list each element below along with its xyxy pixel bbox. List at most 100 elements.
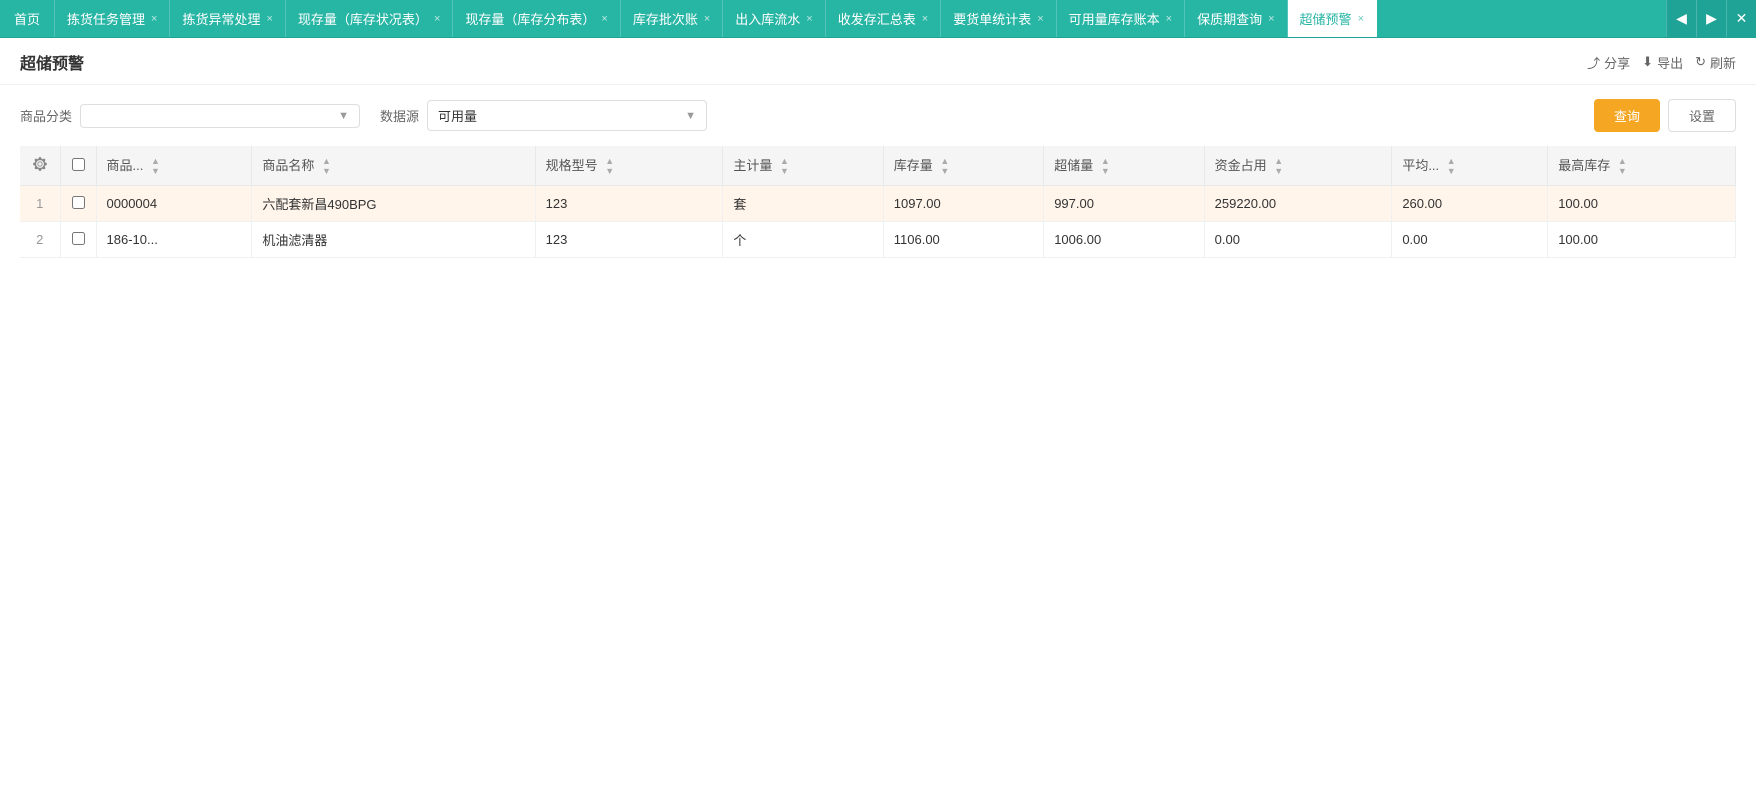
nav-tab-1[interactable]: 拣货异常处理 × (170, 0, 285, 37)
close-tab-10[interactable]: × (1358, 13, 1364, 25)
close-tab-2[interactable]: × (434, 13, 440, 25)
settings-gear-icon (33, 157, 47, 171)
row-unit-0: 套 (723, 186, 883, 222)
row-name-1: 机油滤清器 (252, 222, 535, 258)
page-header: 超储预警 ⤴ 分享 ⬇ 导出 ↻ 刷新 (0, 38, 1756, 85)
close-tab-6[interactable]: × (922, 13, 928, 25)
datasource-value: 可用量 (438, 106, 477, 125)
header-actions: ⤴ 分享 ⬇ 导出 ↻ 刷新 (1587, 53, 1736, 72)
nav-tab-9[interactable]: 保质期查询 × (1185, 0, 1287, 37)
col-code[interactable]: 商品... ▲▼ (96, 146, 252, 186)
row-capital-0: 259220.00 (1204, 186, 1392, 222)
settings-button[interactable]: 设置 (1668, 99, 1736, 132)
filter-area: 商品分类 ▼ 数据源 可用量 ▼ 查询 设置 (0, 85, 1756, 146)
nav-prev-arrow[interactable]: ◀ (1666, 0, 1696, 38)
datasource-select[interactable]: 可用量 ▼ (427, 100, 707, 131)
table-row: 2 186-10... 机油滤清器 123 个 1106.00 1006.00 … (20, 222, 1736, 258)
row-checkbox-1[interactable] (60, 222, 96, 258)
sort-icon-avg: ▲▼ (1447, 157, 1456, 177)
category-dropdown-arrow: ▼ (338, 110, 349, 122)
datasource-label: 数据源 (380, 106, 419, 125)
top-navigation: 首页 拣货任务管理 × 拣货异常处理 × 现存量（库存状况表） × 现存量（库存… (0, 0, 1756, 38)
export-icon: ⬇ (1642, 54, 1653, 70)
close-tab-1[interactable]: × (266, 13, 272, 25)
nav-tab-7[interactable]: 要货单统计表 × (941, 0, 1056, 37)
nav-tab-5[interactable]: 出入库流水 × (723, 0, 825, 37)
nav-next-arrow[interactable]: ▶ (1696, 0, 1726, 38)
close-tab-3[interactable]: × (601, 13, 607, 25)
col-over[interactable]: 超储量 ▲▼ (1044, 146, 1204, 186)
nav-tab-6[interactable]: 收发存汇总表 × (826, 0, 941, 37)
nav-arrows: ◀ ▶ ✕ (1666, 0, 1756, 38)
row-code-1: 186-10... (96, 222, 252, 258)
row-max-1: 100.00 (1548, 222, 1736, 258)
close-tab-0[interactable]: × (151, 13, 157, 25)
row-spec-1: 123 (535, 222, 723, 258)
sort-icon-name: ▲▼ (322, 157, 331, 177)
table-header-row: 商品... ▲▼ 商品名称 ▲▼ 规格型号 ▲▼ 主计量 ▲▼ (20, 146, 1736, 186)
col-max[interactable]: 最高库存 ▲▼ (1548, 146, 1736, 186)
refresh-button[interactable]: ↻ 刷新 (1695, 53, 1736, 72)
row-stock-0: 1097.00 (883, 186, 1043, 222)
row-code-0: 0000004 (96, 186, 252, 222)
row-spec-0: 123 (535, 186, 723, 222)
sort-icon-max: ▲▼ (1618, 157, 1627, 177)
close-tab-5[interactable]: × (806, 13, 812, 25)
nav-tab-2[interactable]: 现存量（库存状况表） × (286, 0, 453, 37)
row-stock-1: 1106.00 (883, 222, 1043, 258)
row-over-1: 1006.00 (1044, 222, 1204, 258)
filter-actions: 查询 设置 (1594, 99, 1736, 132)
col-spec[interactable]: 规格型号 ▲▼ (535, 146, 723, 186)
share-icon: ⤴ (1587, 53, 1600, 72)
close-tab-9[interactable]: × (1268, 13, 1274, 25)
table-container: 商品... ▲▼ 商品名称 ▲▼ 规格型号 ▲▼ 主计量 ▲▼ (0, 146, 1756, 258)
table-row: 1 0000004 六配套新昌490BPG 123 套 1097.00 997.… (20, 186, 1736, 222)
sort-icon-code: ▲▼ (151, 157, 160, 177)
row-name-0: 六配套新昌490BPG (252, 186, 535, 222)
row-avg-1: 0.00 (1392, 222, 1548, 258)
share-button[interactable]: ⤴ 分享 (1587, 53, 1630, 72)
category-label: 商品分类 (20, 106, 72, 125)
checkbox-header[interactable] (60, 146, 96, 186)
nav-tab-8[interactable]: 可用量库存账本 × (1057, 0, 1185, 37)
query-button[interactable]: 查询 (1594, 99, 1660, 132)
close-tab-7[interactable]: × (1037, 13, 1043, 25)
row-max-0: 100.00 (1548, 186, 1736, 222)
data-table: 商品... ▲▼ 商品名称 ▲▼ 规格型号 ▲▼ 主计量 ▲▼ (20, 146, 1736, 258)
sort-icon-over: ▲▼ (1101, 157, 1110, 177)
category-select[interactable]: ▼ (80, 104, 360, 128)
refresh-icon: ↻ (1695, 54, 1706, 70)
nav-close-arrow[interactable]: ✕ (1726, 0, 1756, 38)
sort-icon-spec: ▲▼ (605, 157, 614, 177)
nav-tab-4[interactable]: 库存批次账 × (621, 0, 723, 37)
col-stock[interactable]: 库存量 ▲▼ (883, 146, 1043, 186)
row-avg-0: 260.00 (1392, 186, 1548, 222)
close-tab-4[interactable]: × (704, 13, 710, 25)
nav-tab-10[interactable]: 超储预警 × (1288, 0, 1377, 37)
nav-tab-0[interactable]: 拣货任务管理 × (55, 0, 170, 37)
nav-home[interactable]: 首页 (0, 0, 55, 37)
row-over-0: 997.00 (1044, 186, 1204, 222)
row-checkbox-0[interactable] (60, 186, 96, 222)
row-index-1: 2 (20, 222, 60, 258)
close-tab-8[interactable]: × (1166, 13, 1172, 25)
row-index-0: 1 (20, 186, 60, 222)
category-filter-group: 商品分类 ▼ (20, 104, 360, 128)
page-title: 超储预警 (20, 50, 84, 74)
sort-icon-capital: ▲▼ (1274, 157, 1283, 177)
select-all-checkbox[interactable] (72, 158, 85, 171)
datasource-dropdown-arrow: ▼ (685, 110, 696, 122)
datasource-filter-group: 数据源 可用量 ▼ (380, 100, 707, 131)
row-capital-1: 0.00 (1204, 222, 1392, 258)
export-button[interactable]: ⬇ 导出 (1642, 53, 1683, 72)
sort-icon-stock: ▲▼ (940, 157, 949, 177)
sort-icon-unit: ▲▼ (780, 157, 789, 177)
nav-tab-3[interactable]: 现存量（库存分布表） × (453, 0, 620, 37)
page-content: 超储预警 ⤴ 分享 ⬇ 导出 ↻ 刷新 商品分类 ▼ 数据源 (0, 38, 1756, 800)
gear-header[interactable] (20, 146, 60, 186)
col-capital[interactable]: 资金占用 ▲▼ (1204, 146, 1392, 186)
col-name[interactable]: 商品名称 ▲▼ (252, 146, 535, 186)
col-unit[interactable]: 主计量 ▲▼ (723, 146, 883, 186)
col-avg[interactable]: 平均... ▲▼ (1392, 146, 1548, 186)
row-unit-1: 个 (723, 222, 883, 258)
